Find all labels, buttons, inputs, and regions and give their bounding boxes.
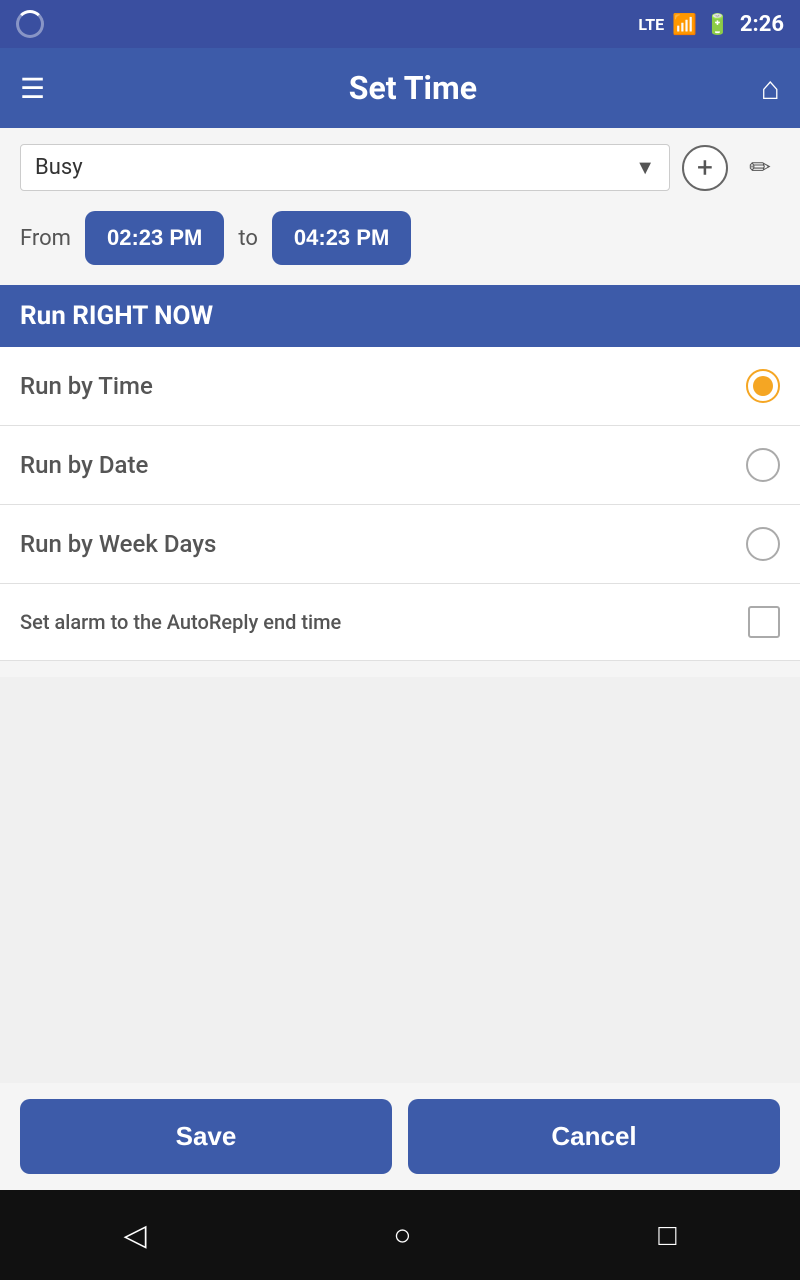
back-nav-icon[interactable]: ◁: [123, 1218, 146, 1253]
to-label: to: [238, 226, 258, 251]
content-area: Busy ▼ + ✏ From 02:23 PM to 04:23 PM Run…: [0, 128, 800, 677]
signal-icons: LTE 📶 🔋: [638, 12, 730, 36]
set-alarm-checkbox[interactable]: [748, 606, 780, 638]
to-time-button[interactable]: 04:23 PM: [272, 211, 411, 265]
add-button[interactable]: +: [682, 145, 728, 191]
chevron-down-icon: ▼: [635, 155, 655, 180]
option-run-by-week-days[interactable]: Run by Week Days: [0, 505, 800, 584]
lte-icon: LTE: [638, 15, 664, 34]
edit-icon: ✏: [749, 153, 771, 183]
run-by-time-radio[interactable]: [746, 369, 780, 403]
run-by-date-label: Run by Date: [20, 451, 148, 479]
from-time-button[interactable]: 02:23 PM: [85, 211, 224, 265]
signal-bars-icon: 📶: [672, 12, 697, 36]
option-run-by-time[interactable]: Run by Time: [0, 347, 800, 426]
plus-icon: +: [697, 151, 713, 184]
run-by-time-label: Run by Time: [20, 372, 153, 400]
run-by-week-days-radio[interactable]: [746, 527, 780, 561]
battery-icon: 🔋: [705, 12, 730, 36]
option-run-by-date[interactable]: Run by Date: [0, 426, 800, 505]
set-alarm-label: Set alarm to the AutoReply end time: [20, 610, 341, 634]
bottom-buttons: Save Cancel: [0, 1083, 800, 1190]
section-header: Run RIGHT NOW: [0, 285, 800, 347]
status-dropdown[interactable]: Busy ▼: [20, 144, 670, 191]
cancel-button[interactable]: Cancel: [408, 1099, 780, 1174]
time-row: From 02:23 PM to 04:23 PM: [20, 211, 780, 265]
dropdown-row: Busy ▼ + ✏: [20, 144, 780, 191]
from-label: From: [20, 226, 71, 251]
status-time: 2:26: [740, 12, 784, 37]
app-bar: ☰ Set Time ⌂: [0, 48, 800, 128]
radio-inner-selected: [753, 376, 773, 396]
options-list: Run by Time Run by Date Run by Week Days…: [0, 347, 800, 661]
page-title: Set Time: [65, 69, 761, 107]
menu-icon[interactable]: ☰: [20, 72, 45, 105]
nav-bar: ◁ ○ □: [0, 1190, 800, 1280]
home-icon[interactable]: ⌂: [761, 69, 780, 107]
wifi-icon: [16, 10, 44, 38]
status-bar: LTE 📶 🔋 2:26: [0, 0, 800, 48]
run-by-week-days-label: Run by Week Days: [20, 530, 216, 558]
run-by-date-radio[interactable]: [746, 448, 780, 482]
dropdown-value: Busy: [35, 155, 83, 180]
option-set-alarm[interactable]: Set alarm to the AutoReply end time: [0, 584, 800, 661]
recent-nav-icon[interactable]: □: [658, 1218, 676, 1253]
home-nav-icon[interactable]: ○: [393, 1218, 411, 1253]
edit-button[interactable]: ✏: [740, 148, 780, 188]
save-button[interactable]: Save: [20, 1099, 392, 1174]
